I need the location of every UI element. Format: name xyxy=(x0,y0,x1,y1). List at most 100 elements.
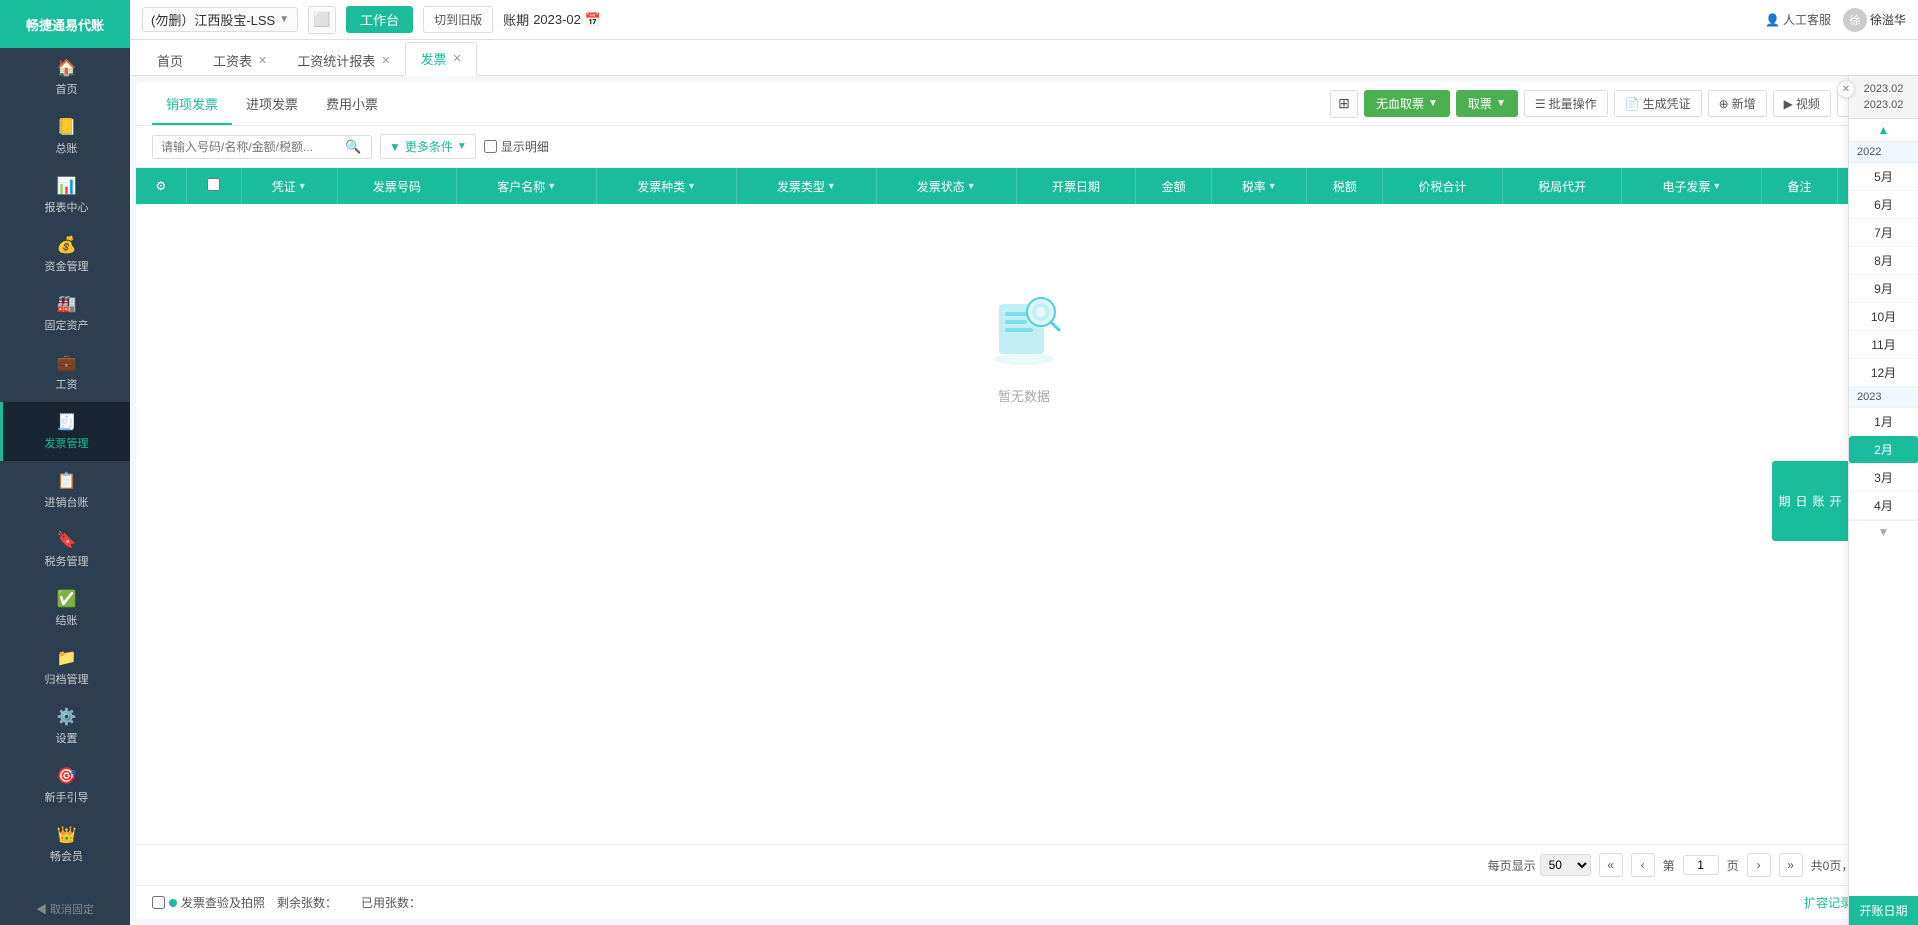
th-electronic[interactable]: 电子发票 ▼ xyxy=(1622,168,1762,204)
sub-tab-purchase[interactable]: 进项发票 xyxy=(232,84,312,125)
date-panel-close[interactable]: ✕ xyxy=(1837,80,1855,98)
th-settings[interactable]: ⚙ xyxy=(136,168,186,204)
archive-icon: 📁 xyxy=(57,648,77,668)
th-remark[interactable]: 备注 xyxy=(1762,168,1838,204)
tab-salary-close[interactable]: ✕ xyxy=(258,54,267,67)
grid-view-icon[interactable]: ⊞ xyxy=(1330,90,1358,118)
th-tax-bureau[interactable]: 税局代开 xyxy=(1502,168,1622,204)
workbench-button[interactable]: 工作台 xyxy=(346,6,413,33)
date-item-2022-12[interactable]: 12月 xyxy=(1849,359,1918,387)
th-tax-bureau-label: 税局代开 xyxy=(1538,180,1586,194)
sub-tab-sales[interactable]: 销项发票 xyxy=(152,84,232,125)
sidebar-item-archive[interactable]: 📁 归档管理 xyxy=(0,638,130,697)
th-total[interactable]: 价税合计 xyxy=(1383,168,1503,204)
th-invoice-no[interactable]: 发票号码 xyxy=(337,168,457,204)
no-ticket-button[interactable]: 无血取票 ▼ xyxy=(1364,90,1450,117)
tab-invoice[interactable]: 发票 ✕ xyxy=(405,42,476,76)
date-item-2022-11[interactable]: 11月 xyxy=(1849,331,1918,359)
chevron-down-icon: ▼ xyxy=(279,14,289,25)
user-menu[interactable]: 徐 徐溢华 xyxy=(1843,8,1906,32)
ticket-button[interactable]: 取票 ▼ xyxy=(1456,90,1518,117)
sidebar-item-tax[interactable]: 🔖 税务管理 xyxy=(0,520,130,579)
date-item-2022-7[interactable]: 7月 xyxy=(1849,219,1918,247)
th-date[interactable]: 开票日期 xyxy=(1016,168,1136,204)
date-scroll-down[interactable]: ▼ xyxy=(1849,520,1918,543)
sidebar-item-invoice[interactable]: 🧾 发票管理 xyxy=(0,402,130,461)
sidebar-item-salary[interactable]: 💼 工资 xyxy=(0,343,130,402)
company-selector[interactable]: (勿删）江西股宝-LSS ▼ xyxy=(142,7,298,32)
th-type[interactable]: 发票种类 ▼ xyxy=(597,168,737,204)
sidebar-item-reports[interactable]: 📊 报表中心 xyxy=(0,166,130,225)
tab-salary-report-close[interactable]: ✕ xyxy=(381,54,390,67)
year-2022-label: 2022 xyxy=(1849,142,1918,163)
next-page-button[interactable]: › xyxy=(1747,853,1771,877)
member-icon: 👑 xyxy=(57,825,77,845)
sidebar-item-trade[interactable]: 📋 进销台账 xyxy=(0,461,130,520)
per-page-select[interactable]: 20 50 100 xyxy=(1540,854,1591,876)
date-item-2022-8[interactable]: 8月 xyxy=(1849,247,1918,275)
video-button[interactable]: ▶ 视频 xyxy=(1773,90,1831,117)
date-item-2023-3[interactable]: 3月 xyxy=(1849,464,1918,492)
th-amount[interactable]: 金额 xyxy=(1136,168,1212,204)
date-item-2023-1[interactable]: 1月 xyxy=(1849,408,1918,436)
open-period-button[interactable]: 开账日期 xyxy=(1849,896,1918,925)
upgrade-link[interactable]: 扩容记录 xyxy=(1804,894,1852,911)
sidebar-collapse[interactable]: ◀ 取消固定 xyxy=(0,893,130,925)
funds-icon: 💰 xyxy=(57,235,77,255)
date-item-2022-9[interactable]: 9月 xyxy=(1849,275,1918,303)
first-page-button[interactable]: « xyxy=(1599,853,1623,877)
search-icon[interactable]: 🔍 xyxy=(345,139,361,155)
generate-button[interactable]: 📄 生成凭证 xyxy=(1614,90,1702,117)
date-item-2023-4[interactable]: 4月 xyxy=(1849,492,1918,520)
th-checkbox[interactable] xyxy=(186,168,241,204)
batch-label: 批量操作 xyxy=(1549,95,1597,112)
support-button[interactable]: 👤 人工客服 xyxy=(1765,11,1831,28)
th-customer[interactable]: 客户名称 ▼ xyxy=(457,168,597,204)
app-logo[interactable]: 畅捷通易代账 xyxy=(0,0,130,48)
sidebar: 畅捷通易代账 🏠 首页 📒 总账 📊 报表中心 💰 资金管理 🏭 固定资产 💼 … xyxy=(0,0,130,925)
search-input[interactable] xyxy=(161,140,341,154)
copy-icon[interactable]: ⬜ xyxy=(308,6,336,34)
sub-tab-expense[interactable]: 费用小票 xyxy=(312,84,392,125)
calendar-icon[interactable]: 📅 xyxy=(585,12,601,28)
sidebar-item-guide[interactable]: 🎯 新手引导 xyxy=(0,756,130,815)
date-item-2022-5[interactable]: 5月 xyxy=(1849,163,1918,191)
th-tax[interactable]: 税额 xyxy=(1307,168,1383,204)
open-period-side-button[interactable]: 开账日期 xyxy=(1772,461,1848,541)
tab-home[interactable]: 首页 xyxy=(142,44,198,76)
date-item-2022-6[interactable]: 6月 xyxy=(1849,191,1918,219)
new-button[interactable]: ⊕ 新增 xyxy=(1708,90,1767,117)
filter-icon: ▼ xyxy=(687,181,696,191)
tab-salary[interactable]: 工资表 ✕ xyxy=(198,44,282,76)
verify-checkbox[interactable] xyxy=(152,896,165,909)
show-detail-checkbox[interactable]: 显示明细 xyxy=(484,138,549,155)
sidebar-item-settings[interactable]: ⚙️ 设置 xyxy=(0,697,130,756)
select-all-checkbox[interactable] xyxy=(207,178,220,191)
sidebar-item-assets[interactable]: 🏭 固定资产 xyxy=(0,284,130,343)
prev-page-button[interactable]: ‹ xyxy=(1631,853,1655,877)
filter-icon: ▼ xyxy=(1712,181,1721,191)
th-invoice-type[interactable]: 发票类型 ▼ xyxy=(736,168,876,204)
th-status[interactable]: 发票状态 ▼ xyxy=(876,168,1016,204)
batch-button[interactable]: ☰ 批量操作 xyxy=(1524,90,1608,117)
verify-checkbox-wrap[interactable]: 发票查验及拍照 xyxy=(152,894,265,911)
filter-button[interactable]: ▼ 更多条件 ▼ xyxy=(380,134,476,159)
date-item-2023-2[interactable]: 2月 xyxy=(1849,436,1918,464)
sidebar-item-close[interactable]: ✅ 结账 xyxy=(0,579,130,638)
tab-home-label: 首页 xyxy=(157,51,183,70)
th-voucher[interactable]: 凭证 ▼ xyxy=(241,168,337,204)
th-tax-rate[interactable]: 税率 ▼ xyxy=(1211,168,1307,204)
date-scroll-up[interactable]: ▲ xyxy=(1849,119,1918,142)
tab-salary-report[interactable]: 工资统计报表 ✕ xyxy=(282,44,405,76)
switch-old-button[interactable]: 切到旧版 xyxy=(423,6,493,33)
sidebar-item-funds[interactable]: 💰 资金管理 xyxy=(0,225,130,284)
show-detail-input[interactable] xyxy=(484,140,497,153)
sidebar-item-member[interactable]: 👑 畅会员 xyxy=(0,815,130,874)
page-input[interactable] xyxy=(1683,855,1719,875)
sidebar-item-ledger[interactable]: 📒 总账 xyxy=(0,107,130,166)
sidebar-item-home[interactable]: 🏠 首页 xyxy=(0,48,130,107)
tab-invoice-close[interactable]: ✕ xyxy=(453,52,462,65)
filter-icon: ▼ xyxy=(827,181,836,191)
date-item-2022-10[interactable]: 10月 xyxy=(1849,303,1918,331)
last-page-button[interactable]: » xyxy=(1779,853,1803,877)
